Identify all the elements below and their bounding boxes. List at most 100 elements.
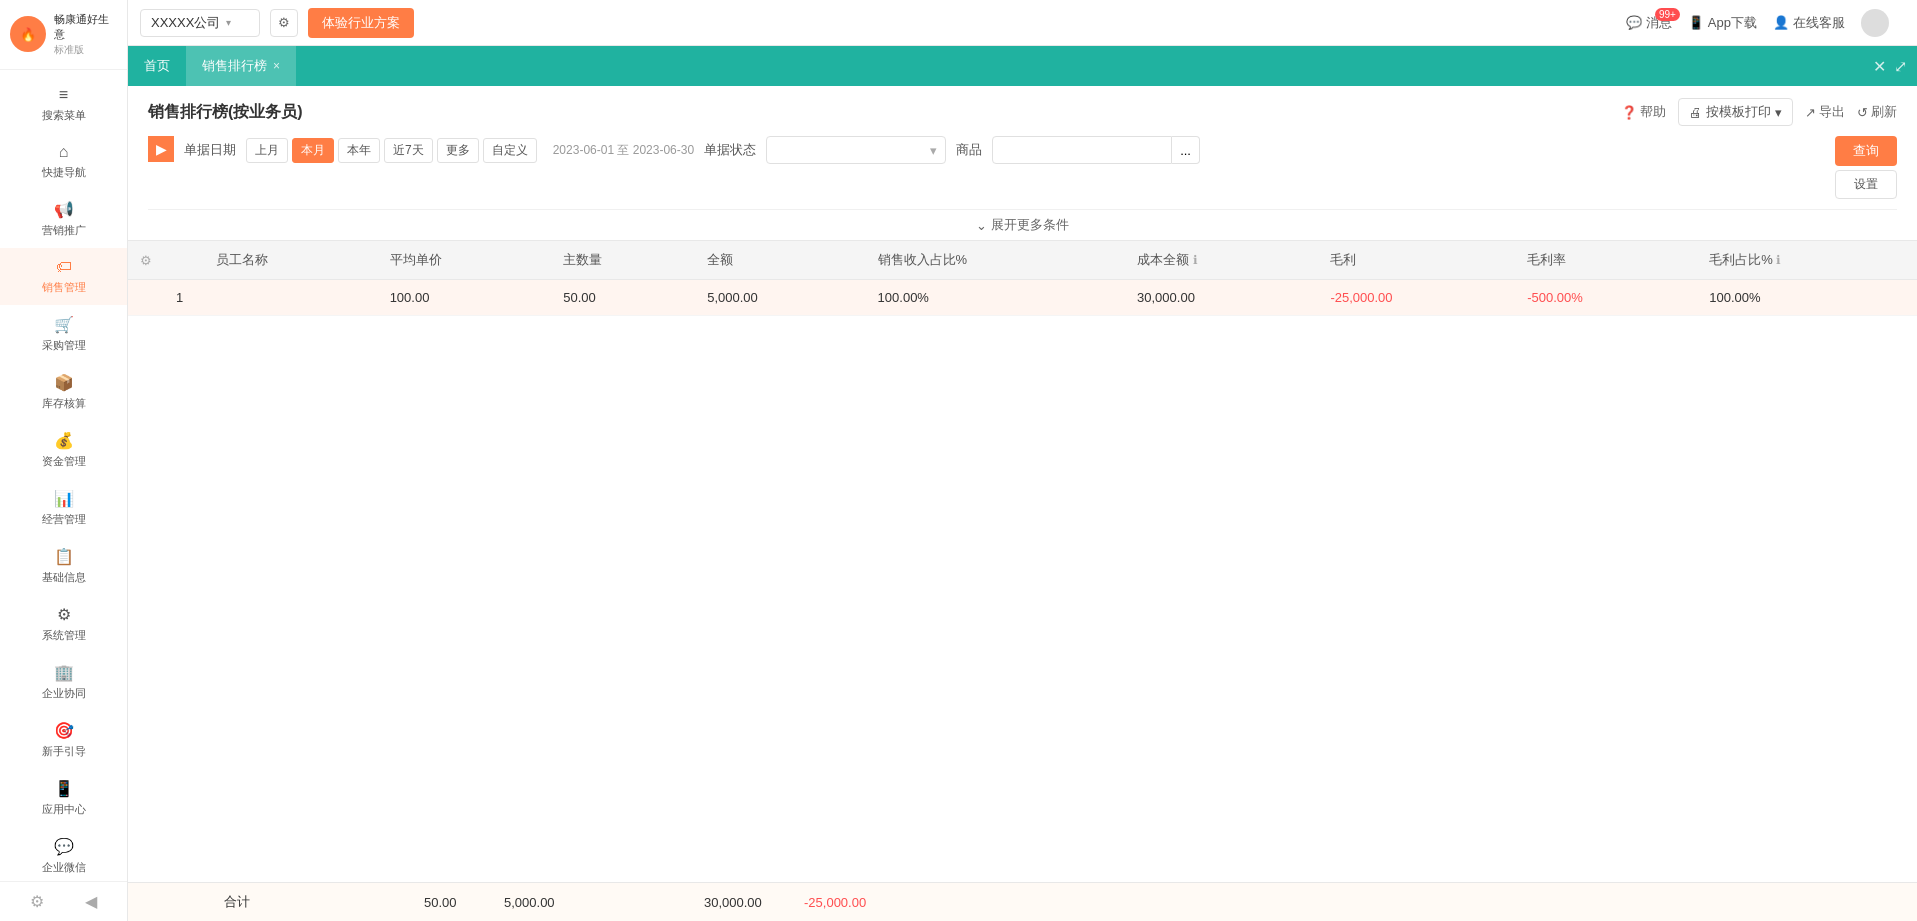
td-employee-name [204,280,378,316]
filter-toggle-arrow[interactable]: ▶ [148,136,174,162]
footer-amount: 5,000.00 [492,895,582,910]
sidebar-item-label: 搜索菜单 [42,108,86,123]
window-close-icon[interactable]: ✕ [1873,57,1886,76]
page-header: 销售排行榜(按业务员) ❓ 帮助 🖨 按模板打印 ▾ ↗ 导出 [128,86,1917,241]
tab-home[interactable]: 首页 [128,46,186,86]
sidebar-item-label: 新手引导 [42,744,86,759]
sidebar: 🔥 畅康通好生意 标准版 ≡ 搜索菜单 ⌂ 快捷导航 📢 营销推广 🏷 销售管理… [0,0,128,921]
sidebar-item-guide[interactable]: 🎯 新手引导 [0,711,127,769]
sidebar-item-marketing[interactable]: 📢 营销推广 [0,190,127,248]
td-cost: 30,000.00 [1125,280,1318,316]
sidebar-item-enterprise[interactable]: 🏢 企业协同 [0,653,127,711]
home-icon: ⌂ [59,143,69,161]
wechat-icon: 💬 [54,837,74,856]
company-selector[interactable]: XXXXX公司 ▾ [140,9,260,37]
column-settings-icon[interactable]: ⚙ [140,253,152,268]
sidebar-item-label: 企业微信 [42,860,86,875]
sidebar-item-label: 快捷导航 [42,165,86,180]
export-button[interactable]: ↗ 导出 [1805,103,1845,121]
sidebar-item-system[interactable]: ⚙ 系统管理 [0,595,127,653]
footer-qty: 50.00 [412,895,492,910]
sales-icon: 🏷 [56,258,72,276]
help-link[interactable]: ❓ 帮助 [1621,103,1666,121]
app-download-button[interactable]: 📱 App下载 [1688,14,1757,32]
sidebar-item-finance[interactable]: 💰 资金管理 [0,421,127,479]
print-button[interactable]: 🖨 按模板打印 ▾ [1678,98,1793,126]
chevron-down-small-icon: ⌄ [976,218,987,233]
chevron-down-icon: ▾ [226,17,231,28]
td-sales-pct: 100.00% [866,280,1125,316]
sidebar-item-operations[interactable]: 📊 经营管理 [0,479,127,537]
export-label: 导出 [1819,103,1845,121]
date-btn-more[interactable]: 更多 [437,138,479,163]
gear-icon: ⚙ [278,15,290,30]
table-footer: 合计 50.00 5,000.00 30,000.00 -25,000.00 [128,882,1917,921]
search-menu-icon: ≡ [59,86,68,104]
footer-cells: 合计 50.00 5,000.00 30,000.00 -25,000.00 [140,893,1905,911]
message-button[interactable]: 💬 消息 99+ [1626,14,1672,32]
td-amount: 5,000.00 [695,280,865,316]
filter-right-buttons: 查询 设置 [1835,136,1897,199]
status-filter-label: 单据状态 [704,141,756,159]
settings-footer-icon[interactable]: ⚙ [30,892,44,911]
table-container: ⚙ 员工名称 平均单价 主数量 全额 [128,241,1917,882]
company-name: XXXXX公司 [151,14,220,32]
sidebar-item-label: 基础信息 [42,570,86,585]
system-icon: ⚙ [57,605,71,624]
online-service-label: 在线客服 [1793,14,1845,32]
sidebar-item-purchase[interactable]: 🛒 采购管理 [0,305,127,363]
expand-more-button[interactable]: ⌄ 展开更多条件 [148,209,1897,240]
sidebar-item-basic[interactable]: 📋 基础信息 [0,537,127,595]
tab-close-icon[interactable]: × [273,59,280,73]
date-btn-last-month[interactable]: 上月 [246,138,288,163]
cost-help-icon[interactable]: ℹ [1193,253,1198,267]
sidebar-item-shortcut[interactable]: ⌂ 快捷导航 [0,133,127,190]
sidebar-item-sales[interactable]: 🏷 销售管理 [0,248,127,305]
sidebar-item-label: 采购管理 [42,338,86,353]
date-btn-this-month[interactable]: 本月 [292,138,334,163]
window-expand-icon[interactable]: ⤢ [1894,57,1907,76]
footer-total-label: 合计 [212,893,312,911]
goods-more-icon[interactable]: ... [1180,143,1191,158]
help-label: 帮助 [1640,103,1666,121]
sidebar-item-wechat[interactable]: 💬 企业微信 [0,827,127,881]
status-dropdown[interactable]: ▾ [766,136,946,164]
sidebar-item-label: 经营管理 [42,512,86,527]
goods-input[interactable] [992,136,1172,164]
avatar[interactable] [1861,9,1889,37]
settings-button[interactable]: ⚙ [270,9,298,37]
gross-pct-help-icon[interactable]: ℹ [1776,253,1781,267]
th-settings: ⚙ [128,241,164,280]
operations-icon: 📊 [54,489,74,508]
content-area: 销售排行榜(按业务员) ❓ 帮助 🖨 按模板打印 ▾ ↗ 导出 [128,86,1917,921]
basic-icon: 📋 [54,547,74,566]
collapse-sidebar-icon[interactable]: ◀ [85,892,97,911]
print-label: 按模板打印 [1706,103,1771,121]
settings-button-filter[interactable]: 设置 [1835,170,1897,199]
page-title: 销售排行榜(按业务员) [148,102,303,123]
online-service-button[interactable]: 👤 在线客服 [1773,14,1845,32]
refresh-label: 刷新 [1871,103,1897,121]
refresh-button[interactable]: ↺ 刷新 [1857,103,1897,121]
trial-button[interactable]: 体验行业方案 [308,8,414,38]
date-range-display: 2023-06-01 至 2023-06-30 [553,142,694,159]
sidebar-item-apps[interactable]: 📱 应用中心 [0,769,127,827]
inventory-icon: 📦 [54,373,74,392]
sidebar-item-label: 库存核算 [42,396,86,411]
logo-area: 🔥 畅康通好生意 标准版 [0,0,127,70]
export-icon: ↗ [1805,105,1816,120]
th-rank [164,241,204,280]
data-table: ⚙ 员工名称 平均单价 主数量 全额 [128,241,1917,316]
tab-sales-ranking[interactable]: 销售排行榜 × [186,46,296,86]
query-button[interactable]: 查询 [1835,136,1897,166]
message-icon: 💬 [1626,15,1642,30]
date-btn-7days[interactable]: 近7天 [384,138,433,163]
tab-label: 销售排行榜 [202,57,267,75]
date-btn-custom[interactable]: 自定义 [483,138,537,163]
app-version: 标准版 [54,43,117,57]
message-badge: 99+ [1655,8,1680,21]
date-btn-this-year[interactable]: 本年 [338,138,380,163]
sidebar-item-search[interactable]: ≡ 搜索菜单 [0,76,127,133]
th-qty: 主数量 [551,241,695,280]
sidebar-item-inventory[interactable]: 📦 库存核算 [0,363,127,421]
